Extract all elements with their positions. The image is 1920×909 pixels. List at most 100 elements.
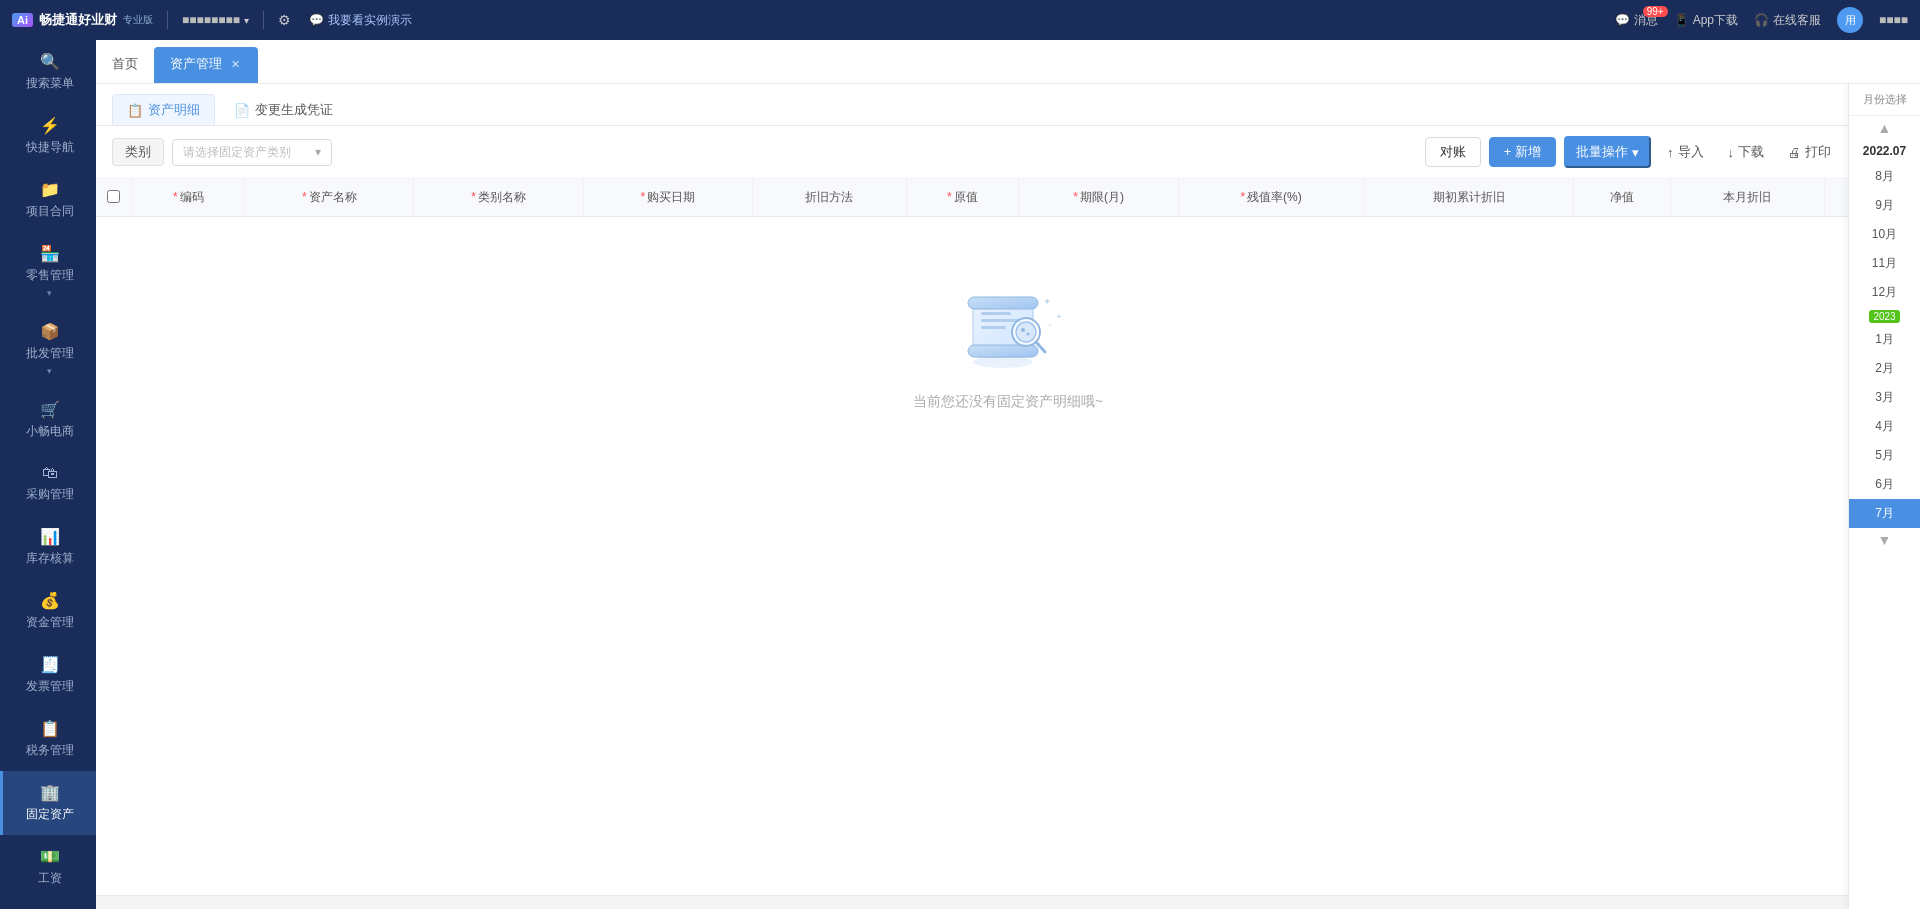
print-button[interactable]: 🖨 打印 [1780, 138, 1839, 166]
sidebar-item-search[interactable]: 🔍 搜索菜单 [0, 40, 96, 104]
demo-text: 我要看实例演示 [328, 12, 412, 29]
svg-text:✦: ✦ [1048, 322, 1052, 328]
ai-badge: Ai [12, 13, 33, 27]
quicknav-icon: ⚡ [40, 116, 60, 135]
sub-tab-detail[interactable]: 📋 资产明细 [112, 94, 215, 125]
app-download-btn[interactable]: 📱 App下载 [1674, 12, 1738, 29]
app-icon: 📱 [1674, 13, 1689, 27]
inventory-icon: 📊 [40, 527, 60, 546]
month-nav-up[interactable]: ▲ [1873, 116, 1897, 140]
demo-link[interactable]: 💬 我要看实例演示 [309, 12, 412, 29]
month-item-9[interactable]: 9月 [1849, 191, 1920, 220]
top-divider-1 [167, 11, 168, 29]
detail-tab-icon: 📋 [127, 103, 143, 118]
month-item-10[interactable]: 10月 [1849, 220, 1920, 249]
user-avatar[interactable]: 用 [1837, 7, 1863, 33]
month-item-2023-2[interactable]: 2月 [1849, 354, 1920, 383]
table-container[interactable]: *编码 *资产名称 *类别名称 *购买日期 折旧方法 *原值 *期限(月) *残… [96, 179, 1920, 895]
purchase-icon: 🛍 [42, 464, 58, 482]
month-nav-down[interactable]: ▼ [1873, 528, 1897, 552]
wholesale-icon: 📦 [40, 322, 60, 341]
tab-home-label: 首页 [112, 55, 138, 73]
svg-point-10 [1021, 328, 1025, 332]
download-label: 下载 [1738, 143, 1764, 161]
select-all-checkbox[interactable] [107, 190, 120, 203]
online-service-btn[interactable]: 🎧 在线客服 [1754, 12, 1821, 29]
month-item-12[interactable]: 12月 [1849, 278, 1920, 307]
app-name: 畅捷通好业财 [39, 11, 117, 29]
batch-button[interactable]: 批量操作 ▾ [1564, 136, 1651, 168]
print-label: 打印 [1805, 143, 1831, 161]
sidebar-label-payroll: 工资 [38, 870, 62, 887]
sidebar-item-quicknav[interactable]: ⚡ 快捷导航 [0, 104, 96, 168]
category-placeholder: 请选择固定资产类别 [183, 144, 311, 161]
sidebar-item-retail[interactable]: 🏪 零售管理 ▾ [0, 232, 96, 310]
message-btn[interactable]: 💬 消息 99+ [1615, 12, 1658, 29]
online-service-label: 在线客服 [1773, 12, 1821, 29]
content-area: 首页 资产管理 ✕ 📋 资产明细 📄 变更生成凭证 [96, 40, 1920, 909]
month-item-2023-6[interactable]: 6月 [1849, 470, 1920, 499]
app-edition: 专业版 [123, 13, 153, 27]
sidebar-label-project: 项目合同 [26, 203, 74, 220]
top-divider-2 [263, 11, 264, 29]
sidebar-item-invoice[interactable]: 🧾 发票管理 [0, 643, 96, 707]
svg-rect-3 [981, 319, 1021, 322]
batch-label: 批量操作 [1576, 143, 1628, 161]
sidebar-item-inventory[interactable]: 📊 库存核算 [0, 515, 96, 579]
category-label: 类别 [112, 138, 164, 166]
reconcile-button[interactable]: 对账 [1425, 137, 1481, 167]
sidebar-item-tax[interactable]: 📋 税务管理 [0, 707, 96, 771]
sidebar-item-payroll[interactable]: 💵 工资 [0, 835, 96, 899]
sidebar-item-finance[interactable]: 💰 资金管理 [0, 579, 96, 643]
sidebar-item-fixedassets[interactable]: 🏢 固定资产 [0, 771, 96, 835]
fixedassets-icon: 🏢 [40, 783, 60, 802]
company-selector[interactable]: ■■■■■■■■ ▾ [182, 13, 249, 27]
import-button[interactable]: ↑ 导入 [1659, 138, 1712, 166]
sidebar-label-quicknav: 快捷导航 [26, 139, 74, 156]
retail-icon: 🏪 [40, 244, 60, 263]
sidebar-item-operations[interactable]: 📈 经营管理 [0, 899, 96, 909]
svg-rect-4 [981, 326, 1006, 329]
month-item-2023-3[interactable]: 3月 [1849, 383, 1920, 412]
wholesale-arrow-icon: ▾ [47, 366, 52, 376]
sub-tab-voucher-label: 变更生成凭证 [255, 101, 333, 119]
tab-home[interactable]: 首页 [96, 47, 154, 83]
sidebar-item-purchase[interactable]: 🛍 采购管理 [0, 452, 96, 515]
tab-close-icon[interactable]: ✕ [228, 57, 242, 71]
empty-message: 当前您还没有固定资产明细哦~ [913, 393, 1103, 411]
month-item-2023-1[interactable]: 1月 [1849, 325, 1920, 354]
category-select[interactable]: 请选择固定资产类别 ▾ [172, 139, 332, 166]
download-button[interactable]: ↓ 下载 [1720, 138, 1773, 166]
tab-asset-management[interactable]: 资产管理 ✕ [154, 47, 258, 83]
month-item-2023-5[interactable]: 5月 [1849, 441, 1920, 470]
project-icon: 📁 [40, 180, 60, 199]
sidebar-label-inventory: 库存核算 [26, 550, 74, 567]
year-badge-tag: 2023 [1869, 310, 1899, 323]
top-bar: Ai 畅捷通好业财 专业版 ■■■■■■■■ ▾ ⚙ 💬 我要看实例演示 💬 消… [0, 0, 1920, 40]
username: ■■■■ [1879, 13, 1908, 27]
sidebar-label-wholesale: 批发管理 [26, 345, 74, 362]
month-selector-header: 月份选择 [1849, 84, 1920, 116]
settings-icon[interactable]: ⚙ [278, 12, 291, 28]
add-button[interactable]: + 新增 [1489, 137, 1556, 167]
sidebar-item-wholesale[interactable]: 📦 批发管理 ▾ [0, 310, 96, 388]
tax-icon: 📋 [40, 719, 60, 738]
month-item-8[interactable]: 8月 [1849, 162, 1920, 191]
top-bar-right: 💬 消息 99+ 📱 App下载 🎧 在线客服 用 ■■■■ [1615, 7, 1908, 33]
sub-tab-voucher[interactable]: 📄 变更生成凭证 [219, 94, 348, 125]
col-name: *资产名称 [245, 179, 414, 217]
col-original-value: *原值 [906, 179, 1019, 217]
month-item-2023-7[interactable]: 7月 [1849, 499, 1920, 528]
print-icon: 🖨 [1788, 145, 1801, 160]
payroll-icon: 💵 [40, 847, 60, 866]
invoice-icon: 🧾 [40, 655, 60, 674]
month-item-11[interactable]: 11月 [1849, 249, 1920, 278]
message-icon: 💬 [1615, 13, 1630, 27]
checkbox-header [96, 179, 132, 217]
sidebar-item-ecommerce[interactable]: 🛒 小畅电商 [0, 388, 96, 452]
nav-tabs-bar: 首页 资产管理 ✕ [96, 40, 1920, 84]
sidebar-label-fixedassets: 固定资产 [26, 806, 74, 823]
bottom-scrollbar[interactable] [96, 895, 1920, 909]
month-item-2023-4[interactable]: 4月 [1849, 412, 1920, 441]
sidebar-item-project[interactable]: 📁 项目合同 [0, 168, 96, 232]
